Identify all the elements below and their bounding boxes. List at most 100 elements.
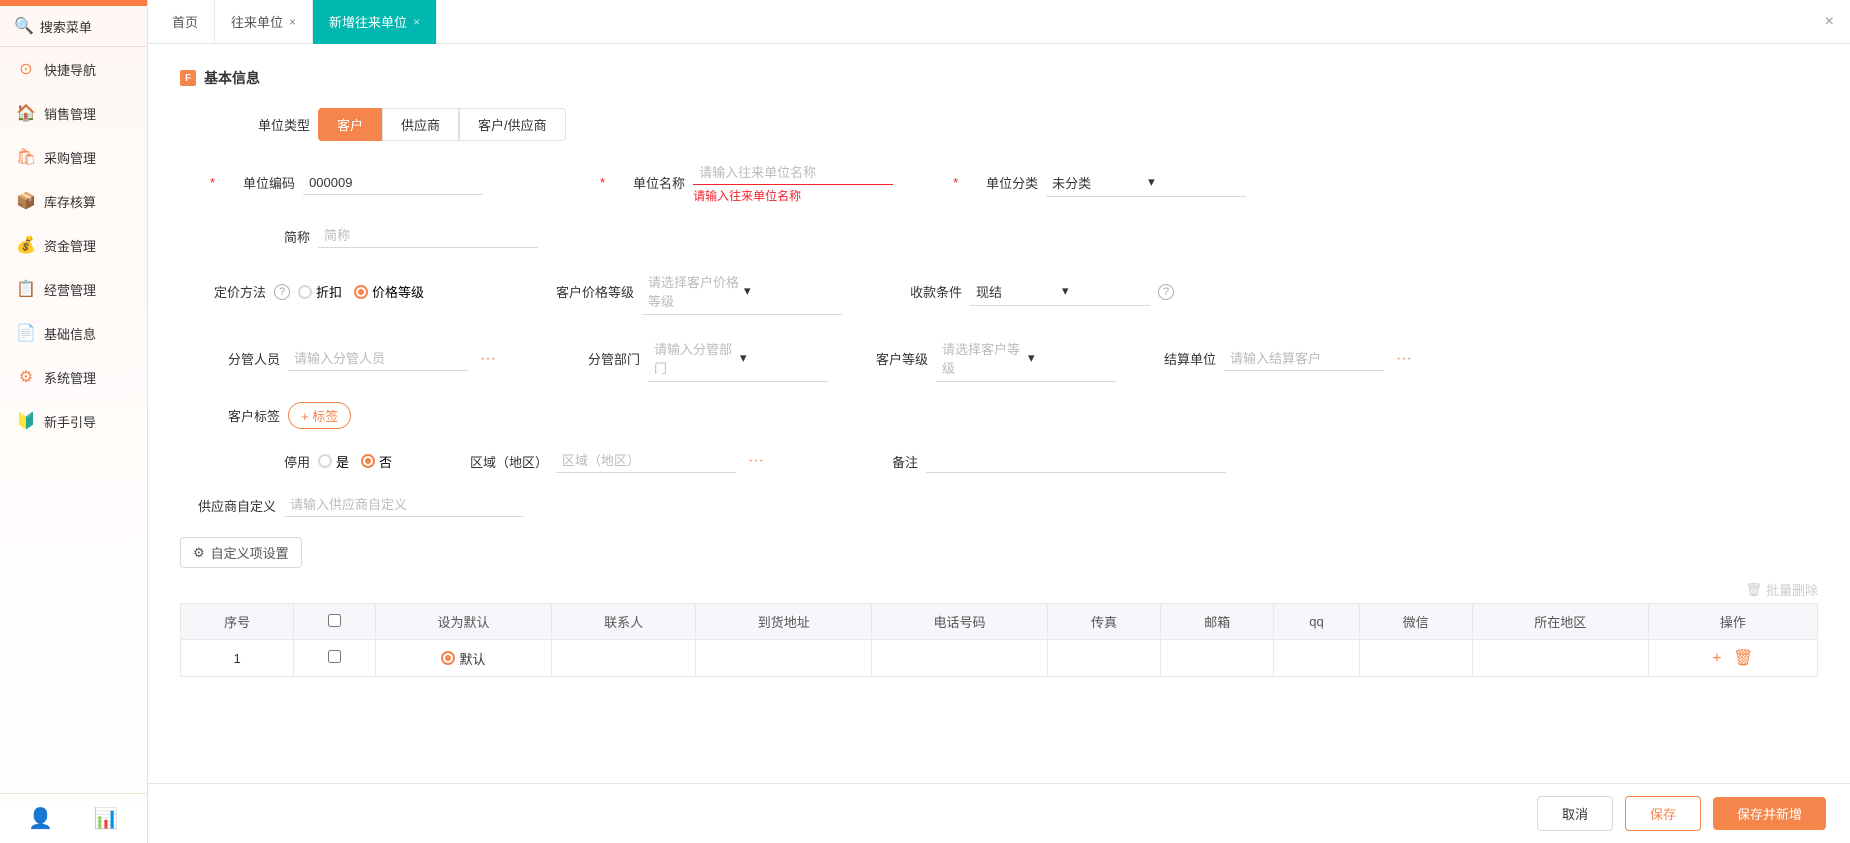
sidebar-item-guide[interactable]: 🔰 新手引导 [0, 399, 147, 443]
cancel-button[interactable]: 取消 [1537, 796, 1613, 831]
sidebar-item-basic[interactable]: 📄 基础信息 [0, 311, 147, 355]
tab-partners-close[interactable]: × [289, 15, 296, 29]
sidebar-item-inventory[interactable]: 📦 库存核算 [0, 179, 147, 223]
unit-code-input[interactable] [303, 171, 483, 195]
chevron-down-icon2: ▾ [744, 283, 836, 299]
tab-home-label: 首页 [172, 12, 198, 31]
customer-tag-row: 客户标签 + 标签 [180, 402, 1818, 429]
chart-icon[interactable]: 📊 [94, 806, 119, 831]
select-all-checkbox[interactable] [328, 614, 341, 627]
radio-price-level[interactable]: 价格等级 [354, 282, 424, 301]
batch-delete-area: 🗑 批量删除 [180, 580, 1818, 599]
sidebar-item-search[interactable]: 🔍 搜索菜单 [0, 6, 147, 47]
sidebar-item-label: 基础信息 [44, 324, 96, 343]
customer-level-select[interactable]: 请选择客户等级 ▾ [936, 335, 1116, 382]
sidebar-item-label: 新手引导 [44, 412, 96, 431]
custom-settings-label: 自定义项设置 [211, 543, 289, 562]
col-wechat: 微信 [1359, 604, 1472, 640]
radio-default[interactable]: 默认 [386, 649, 541, 668]
cell-address [696, 640, 872, 677]
radio-yes[interactable]: 是 [318, 452, 349, 471]
batch-delete-label[interactable]: 批量删除 [1766, 580, 1818, 599]
region-more-btn[interactable]: ··· [744, 452, 768, 470]
sidebar-item-purchase[interactable]: 🛍 采购管理 [0, 135, 147, 179]
table-header-row: 序号 设为默认 联系人 到货地址 电话号码 传真 邮箱 qq 微信 所在地区 操… [181, 604, 1818, 640]
close-all-button[interactable]: × [1817, 13, 1842, 31]
sidebar-item-quick-nav[interactable]: ⊙ 快捷导航 [0, 47, 147, 91]
department-select[interactable]: 请输入分管部门 ▾ [648, 335, 828, 382]
chevron-down-icon3: ▾ [1062, 283, 1144, 299]
table-row: 1 默认 [181, 640, 1818, 677]
customer-level-field: 客户等级 请选择客户等级 ▾ [858, 335, 1116, 382]
settlement-more-btn[interactable]: ··· [1392, 350, 1416, 368]
short-name-label: 简称 [240, 227, 310, 246]
delete-row-button[interactable]: 🗑 [1729, 648, 1757, 668]
cell-contact [551, 640, 696, 677]
sidebar-search-label: 搜索菜单 [40, 17, 92, 36]
type-btn-supplier[interactable]: 供应商 [382, 108, 459, 141]
cell-wechat [1359, 640, 1472, 677]
sidebar-item-operation[interactable]: 📋 经营管理 [0, 267, 147, 311]
payment-terms-help-icon[interactable]: ? [1158, 284, 1174, 300]
radio-no[interactable]: 否 [361, 452, 392, 471]
customer-price-level-select[interactable]: 请选择客户价格等级 ▾ [642, 268, 842, 315]
col-region: 所在地区 [1472, 604, 1648, 640]
chevron-down-icon5: ▾ [1028, 350, 1110, 366]
custom-settings-button[interactable]: ⚙ 自定义项设置 [180, 537, 302, 568]
customer-tag-field: 客户标签 + 标签 [210, 402, 351, 429]
tab-partners[interactable]: 往来单位 × [215, 0, 313, 44]
unit-type-field: 单位类型 客户 供应商 客户/供应商 [240, 108, 566, 141]
unit-category-label: 单位分类 [968, 173, 1038, 192]
supplier-custom-label: 供应商自定义 [196, 496, 276, 515]
sidebar-bottom: 👤 📊 [0, 793, 147, 843]
cell-no: 1 [181, 640, 294, 677]
sidebar-item-label: 库存核算 [44, 192, 96, 211]
radio-no-label: 否 [379, 452, 392, 471]
tab-new-partner-close[interactable]: × [413, 15, 420, 29]
remarks-input[interactable] [926, 449, 1226, 473]
manager-input[interactable] [288, 347, 468, 371]
section-icon: F [180, 70, 196, 86]
payment-terms-value: 现结 [976, 282, 1058, 301]
cell-region [1472, 640, 1648, 677]
tab-new-partner[interactable]: 新增往来单位 × [313, 0, 437, 44]
manager-label: 分管人员 [210, 349, 280, 368]
settlement-input[interactable] [1224, 347, 1384, 371]
user-icon[interactable]: 👤 [28, 806, 53, 831]
unit-name-input[interactable] [693, 161, 893, 185]
radio-price-level-circle [354, 285, 368, 299]
radio-discount[interactable]: 折扣 [298, 282, 342, 301]
cell-qq [1274, 640, 1359, 677]
payment-terms-field: 收款条件 现结 ▾ ? [892, 278, 1174, 306]
save-new-button[interactable]: 保存并新增 [1713, 797, 1826, 830]
unit-name-error: 请输入往来单位名称 [693, 187, 893, 204]
sidebar-item-label: 系统管理 [44, 368, 96, 387]
payment-terms-select[interactable]: 现结 ▾ [970, 278, 1150, 306]
region-input[interactable] [556, 449, 736, 473]
save-button[interactable]: 保存 [1625, 796, 1701, 831]
row-checkbox[interactable] [328, 650, 341, 663]
sidebar-item-sales[interactable]: 🏠 销售管理 [0, 91, 147, 135]
unit-category-select[interactable]: 未分类 ▾ [1046, 169, 1246, 197]
type-btn-both[interactable]: 客户/供应商 [459, 108, 566, 141]
add-row-button[interactable]: + [1708, 650, 1725, 668]
sidebar-item-system[interactable]: ⚙ 系统管理 [0, 355, 147, 399]
pricing-help-icon[interactable]: ? [274, 284, 290, 300]
unit-type-row: 单位类型 客户 供应商 客户/供应商 [180, 108, 1818, 141]
radio-price-level-label: 价格等级 [372, 282, 424, 301]
sidebar-item-label: 经营管理 [44, 280, 96, 299]
col-email: 邮箱 [1161, 604, 1274, 640]
manager-more-btn[interactable]: ··· [476, 350, 500, 368]
sidebar-item-finance[interactable]: 💰 资金管理 [0, 223, 147, 267]
batch-delete-icon: 🗑 [1745, 582, 1762, 598]
sidebar: 🔍 搜索菜单 ⊙ 快捷导航 🏠 销售管理 🛍 采购管理 📦 库存核算 💰 资金管… [0, 0, 148, 843]
radio-default-label: 默认 [459, 649, 485, 668]
type-btn-customer[interactable]: 客户 [318, 108, 382, 141]
supplier-custom-row: 供应商自定义 [180, 493, 1818, 517]
short-name-input[interactable] [318, 224, 538, 248]
tab-home[interactable]: 首页 [156, 0, 215, 44]
department-label: 分管部门 [570, 349, 640, 368]
add-tag-button[interactable]: + 标签 [288, 402, 351, 429]
supplier-custom-input[interactable] [284, 493, 524, 517]
finance-icon: 💰 [16, 235, 36, 255]
